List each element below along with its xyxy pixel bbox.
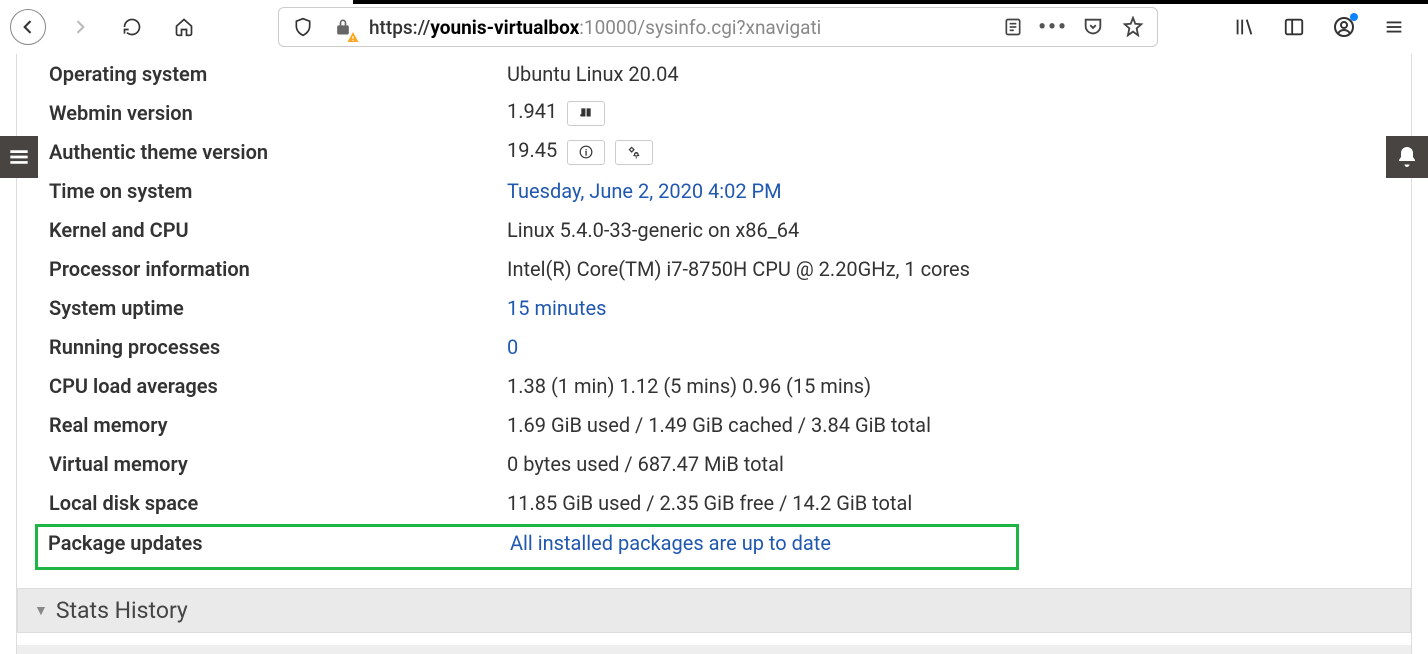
info-row: CPU load averages1.38 (1 min) 1.12 (5 mi…	[49, 366, 1379, 405]
info-value: 1.941	[507, 99, 605, 125]
info-label: Virtual memory	[49, 452, 507, 476]
more-icon[interactable]: •••	[1039, 13, 1067, 41]
info-value: Linux 5.4.0-33-generic on x86_64	[507, 218, 799, 242]
package-updates-link[interactable]: All installed packages are up to date	[510, 531, 831, 555]
bookmark-star-icon[interactable]	[1119, 13, 1147, 41]
lock-warning-icon[interactable]	[329, 13, 357, 41]
sidebar-icon[interactable]	[1280, 13, 1308, 41]
gear-icon[interactable]	[615, 140, 653, 165]
home-button[interactable]	[166, 9, 202, 45]
info-row: Authentic theme version19.45i	[49, 132, 1379, 171]
info-value: 11.85 GiB used / 2.35 GiB free / 14.2 Gi…	[507, 491, 912, 515]
browser-toolbar: https://younis-virtualbox:10000/sysinfo.…	[0, 0, 1428, 54]
info-label: Webmin version	[49, 101, 507, 125]
notifications-toggle-button[interactable]	[1386, 136, 1428, 178]
info-value[interactable]: 0	[507, 335, 518, 359]
info-label: Processor information	[49, 257, 507, 281]
book-icon[interactable]	[567, 101, 605, 126]
info-row: Processor informationIntel(R) Core(TM) i…	[49, 249, 1379, 288]
back-button[interactable]	[10, 9, 46, 45]
section-title: Stats History	[56, 597, 188, 624]
info-label: CPU load averages	[49, 374, 507, 398]
url-text: https://younis-virtualbox:10000/sysinfo.…	[369, 16, 987, 39]
info-label: Local disk space	[49, 491, 507, 515]
url-bar[interactable]: https://younis-virtualbox:10000/sysinfo.…	[278, 7, 1158, 47]
content-area: Operating systemUbuntu Linux 20.04Webmin…	[16, 54, 1412, 654]
info-label: Time on system	[49, 179, 507, 203]
svg-text:i: i	[585, 149, 588, 159]
info-value: 19.45i	[507, 138, 653, 164]
pocket-icon[interactable]	[1079, 13, 1107, 41]
account-icon[interactable]	[1330, 13, 1358, 41]
chevron-down-icon: ▼	[34, 602, 48, 619]
info-row: System uptime15 minutes	[49, 288, 1379, 327]
info-row: Running processes0	[49, 327, 1379, 366]
info-row: Operating systemUbuntu Linux 20.04	[49, 54, 1379, 93]
top-divider	[353, 0, 1428, 4]
bottom-bar	[17, 645, 1411, 654]
reader-mode-icon[interactable]	[999, 13, 1027, 41]
info-label: Running processes	[49, 335, 507, 359]
info-label: Real memory	[49, 413, 507, 437]
package-updates-row: Package updates All installed packages a…	[35, 524, 1019, 570]
info-value: 1.69 GiB used / 1.49 GiB cached / 3.84 G…	[507, 413, 931, 437]
info-value[interactable]: Tuesday, June 2, 2020 4:02 PM	[507, 179, 782, 203]
shield-icon[interactable]	[289, 13, 317, 41]
info-label: Kernel and CPU	[49, 218, 507, 242]
info-value: 1.38 (1 min) 1.12 (5 mins) 0.96 (15 mins…	[507, 374, 871, 398]
sidebar-toggle-button[interactable]	[0, 136, 38, 178]
info-row: Local disk space11.85 GiB used / 2.35 Gi…	[49, 483, 1379, 522]
info-row: Time on systemTuesday, June 2, 2020 4:02…	[49, 171, 1379, 210]
system-info-table: Operating systemUbuntu Linux 20.04Webmin…	[17, 54, 1411, 522]
library-icon[interactable]	[1230, 13, 1258, 41]
info-label: Authentic theme version	[49, 140, 507, 164]
info-value: 0 bytes used / 687.47 MiB total	[507, 452, 784, 476]
info-row: Webmin version1.941	[49, 93, 1379, 132]
stats-history-section[interactable]: ▼ Stats History	[17, 588, 1411, 633]
info-value[interactable]: 15 minutes	[507, 296, 606, 320]
info-icon[interactable]: i	[567, 140, 605, 165]
toolbar-right	[1230, 13, 1418, 41]
info-row: Virtual memory0 bytes used / 687.47 MiB …	[49, 444, 1379, 483]
forward-button[interactable]	[62, 9, 98, 45]
info-row: Kernel and CPULinux 5.4.0-33-generic on …	[49, 210, 1379, 249]
info-value: Intel(R) Core(TM) i7-8750H CPU @ 2.20GHz…	[507, 257, 970, 281]
info-label: Operating system	[49, 62, 507, 86]
reload-button[interactable]	[114, 9, 150, 45]
info-value: Ubuntu Linux 20.04	[507, 62, 679, 86]
hamburger-menu-icon[interactable]	[1380, 13, 1408, 41]
info-label: Package updates	[48, 531, 510, 555]
info-row: Real memory1.69 GiB used / 1.49 GiB cach…	[49, 405, 1379, 444]
info-label: System uptime	[49, 296, 507, 320]
